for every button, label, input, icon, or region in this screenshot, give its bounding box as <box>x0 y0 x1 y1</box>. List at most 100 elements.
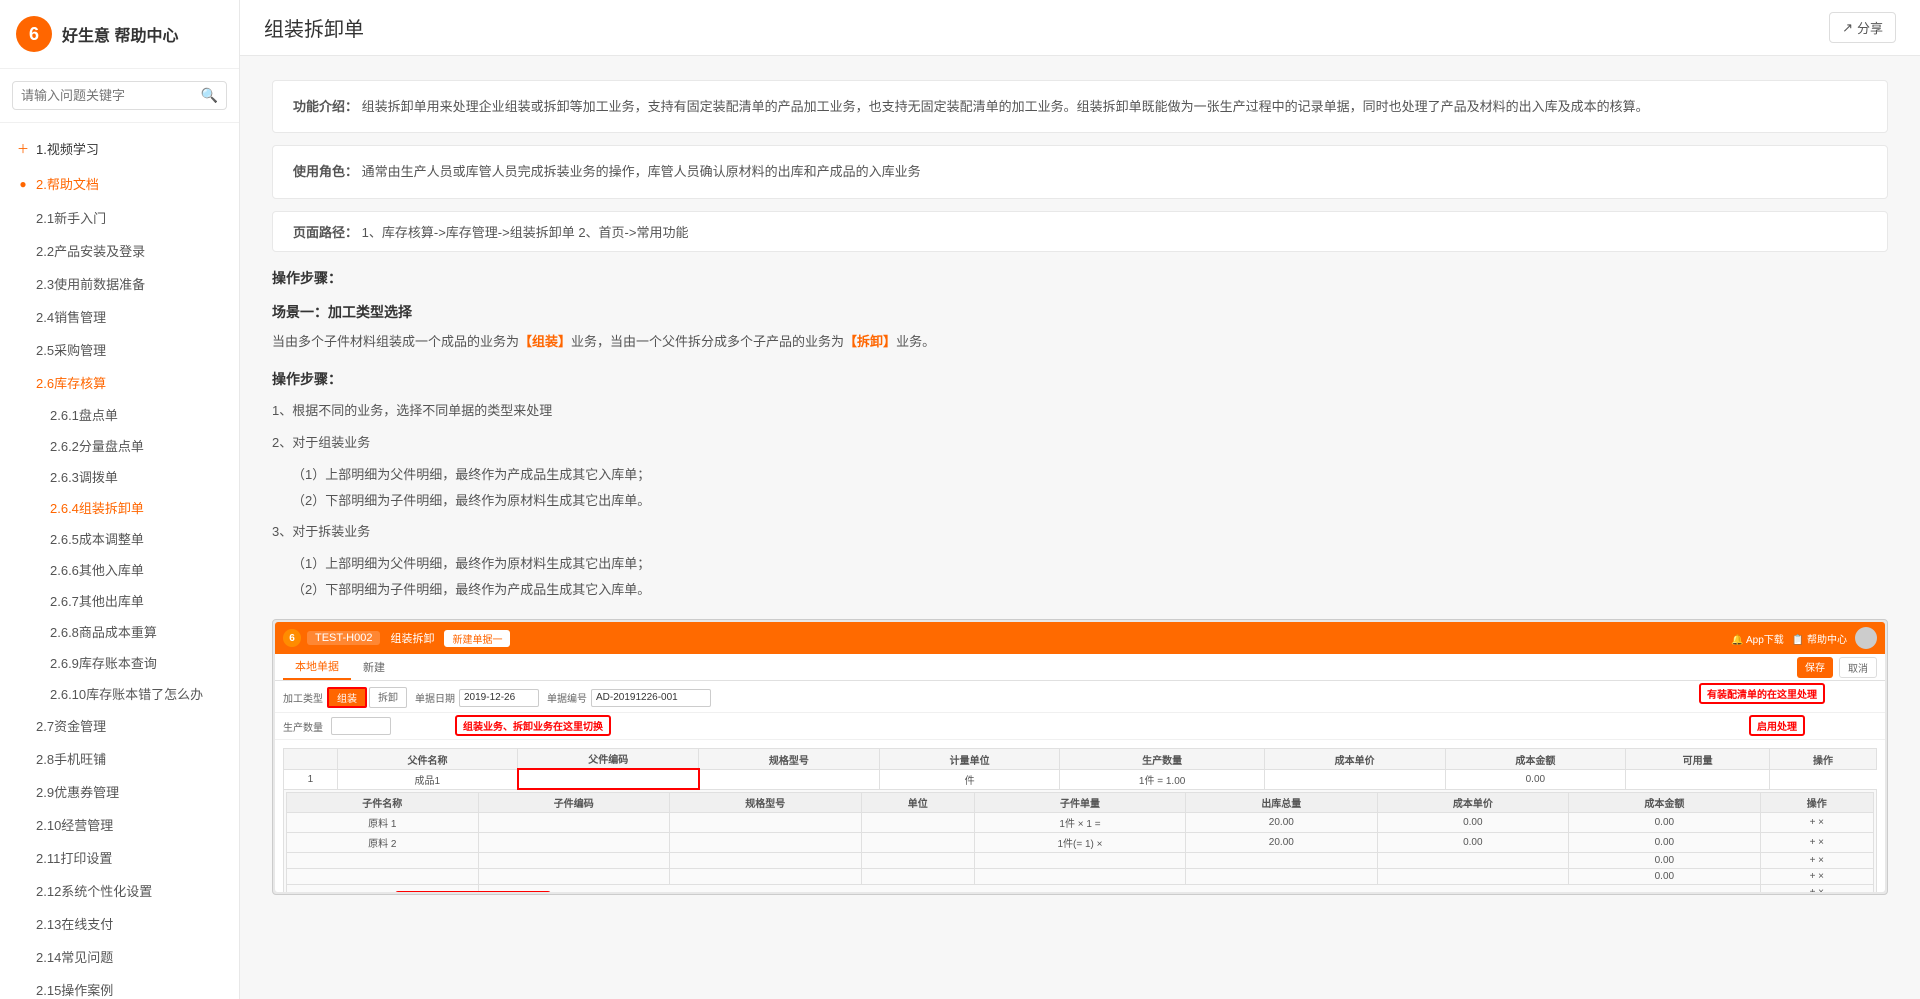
scene1-desc: 当由多个子件材料组装成一个成品的业务为【组装】业务，当由一个父件拆分成多个子产品… <box>272 330 1888 353</box>
role-block: 使用角色： 通常由生产人员或库管人员完成拆装业务的操作，库管人员确认原材料的出库… <box>272 145 1888 198</box>
main: 组装拆卸单 ↗ 分享 功能介绍： 组装拆卸单用来处理企业组装或拆卸等加工业务，支… <box>240 0 1920 999</box>
col-spec: 规格型号 <box>699 749 880 770</box>
sidebar-item-stock-book[interactable]: 2.6.9库存账本查询 <box>0 647 239 678</box>
sidebar-item-cost-recalc[interactable]: 2.6.8商品成本重算 <box>0 616 239 647</box>
sub-table-row-1: 原料 1 1件 × 1 = 20.00 0.00 <box>287 813 1874 833</box>
annotation-3: 启用处理 <box>1749 715 1805 736</box>
search-icon[interactable]: 🔍 <box>201 87 218 104</box>
annotation-1: 有装配清单的在这里处理 <box>1699 683 1825 704</box>
function-intro-label: 功能介绍： <box>293 99 362 114</box>
mock-app-id: TEST-H002 <box>307 631 380 645</box>
sidebar-item-video-label: 1.视频学习 <box>36 139 99 158</box>
share-icon: ↗ <box>1842 20 1853 36</box>
sidebar-item-mobile[interactable]: 2.8手机旺铺 <box>0 742 239 775</box>
sidebar-item-assembly[interactable]: 2.6.4组装拆卸单 <box>0 492 239 523</box>
sidebar-item-sales[interactable]: 2.4销售管理 <box>0 300 239 333</box>
sidebar-item-newbie[interactable]: 2.1新手入门 <box>0 201 239 234</box>
mock-qty-label: 生产数量 <box>283 719 323 734</box>
nav-tree: ＋ 1.视频学习 ● 2.帮助文档 2.1新手入门 2.2产品安装及登录 2.3… <box>0 123 239 999</box>
screenshot-inner: 6 TEST-H002 组装拆卸 新建单据一 🔔 App下载 📋 帮助中心 <box>275 622 1885 892</box>
sidebar-item-personalize[interactable]: 2.12系统个性化设置 <box>0 874 239 907</box>
sidebar-item-payment[interactable]: 2.13在线支付 <box>0 907 239 940</box>
mock-date-value: 2019-12-26 <box>459 689 539 707</box>
sidebar-item-transfer[interactable]: 2.6.3调拨单 <box>0 461 239 492</box>
sub-table-row-4: 0.00 + × <box>287 869 1874 885</box>
role-text: 通常由生产人员或库管人员完成拆装业务的操作，库管人员确认原材料的出库和产成品的入… <box>362 164 921 179</box>
sidebar-item-install[interactable]: 2.2产品安装及登录 <box>0 234 239 267</box>
sidebar-item-stock-error[interactable]: 2.6.10库存账本错了怎么办 <box>0 678 239 709</box>
col-available: 可用量 <box>1626 749 1770 770</box>
col-cost-amount: 成本金额 <box>1445 749 1626 770</box>
share-button[interactable]: ↗ 分享 <box>1829 12 1896 43</box>
sidebar-item-other-out[interactable]: 2.6.7其他出库单 <box>0 585 239 616</box>
breadcrumb-text: 1、库存核算->库存管理->组装拆卸单 2、首页->常用功能 <box>362 225 689 240</box>
mock-cancel-btn[interactable]: 取消 <box>1839 657 1877 678</box>
sidebar-item-faq[interactable]: 2.14常见问题 <box>0 940 239 973</box>
step3: 3、对于拆装业务 <box>272 520 1888 543</box>
sidebar-item-purchase[interactable]: 2.5采购管理 <box>0 333 239 366</box>
mock-btn-new[interactable]: 新建单据一 <box>444 630 510 647</box>
content-area: 功能介绍： 组装拆卸单用来处理企业组装或拆卸等加工业务，支持有固定装配清单的产品… <box>240 56 1920 999</box>
role-label: 使用角色： <box>293 164 362 179</box>
mock-tab-local[interactable]: 本地单据 <box>283 654 351 680</box>
annotation-2: 组装业务、拆卸业务在这里切换 <box>455 715 611 736</box>
sidebar-item-cost-adjust[interactable]: 2.6.5成本调整单 <box>0 523 239 554</box>
sidebar-item-operations[interactable]: 2.10经营管理 <box>0 808 239 841</box>
mock-logo: 6 <box>283 629 301 647</box>
sidebar-item-print[interactable]: 2.11打印设置 <box>0 841 239 874</box>
step3-1: （1）上部明细为父件明细，最终作为原材料生成其它出库单； <box>292 551 1888 577</box>
plus-icon: ＋ <box>16 142 30 156</box>
step2-1: （1）上部明细为父件明细，最终作为产成品生成其它入库单； <box>292 462 1888 488</box>
share-label: 分享 <box>1857 18 1883 37</box>
sidebar-item-partial-stocktake[interactable]: 2.6.2分量盘点单 <box>0 430 239 461</box>
ops-steps-header: 操作步骤： <box>272 369 1888 389</box>
mock-qty-input[interactable] <box>331 717 391 735</box>
mock-data-table: 父件名称 父件编码 规格型号 计量单位 生产数量 成本单价 成本金额 可用量 操… <box>283 748 1877 892</box>
table-row-2: 子件名称 子件编码 规格型号 单位 子件单量 出库总量 成本单价 <box>284 789 1877 892</box>
sidebar-item-other-in[interactable]: 2.6.6其他入库单 <box>0 554 239 585</box>
sidebar-item-inventory[interactable]: 2.6库存核算 <box>0 366 239 399</box>
sidebar-item-finance[interactable]: 2.7资金管理 <box>0 709 239 742</box>
mock-save-btn[interactable]: 保存 <box>1797 657 1833 678</box>
sidebar-item-data-prep[interactable]: 2.3使用前数据准备 <box>0 267 239 300</box>
col-unit: 计量单位 <box>879 749 1060 770</box>
search-input[interactable] <box>21 88 201 103</box>
sidebar-item-stocktake[interactable]: 2.6.1盘点单 <box>0 399 239 430</box>
sidebar-item-cases[interactable]: 2.15操作案例 <box>0 973 239 999</box>
mock-docno-value: AD-20191226-001 <box>591 689 711 707</box>
mock-table-area: 父件名称 父件编码 规格型号 计量单位 生产数量 成本单价 成本金额 可用量 操… <box>275 740 1885 892</box>
nav-section-1: ＋ 1.视频学习 <box>0 131 239 166</box>
steps-header: 操作步骤： <box>272 268 1888 288</box>
search-area: 🔍 <box>0 69 239 123</box>
step3-2: （2）下部明细为子件明细，最终作为产成品生成其它入库单。 <box>292 577 1888 603</box>
mock-type-assemble[interactable]: 组装 <box>327 687 367 708</box>
minus-icon: ● <box>16 177 30 191</box>
scene1-title: 场景一：加工类型选择 <box>272 302 1888 322</box>
mock-form-docno: 单据编号 AD-20191226-001 <box>547 689 711 707</box>
col-cost-price: 成本单价 <box>1264 749 1445 770</box>
mock-form-area: 加工类型 组装 拆卸 单据日期 2019-12-26 单据编号 <box>275 681 1885 713</box>
step2: 2、对于组装业务 <box>272 431 1888 454</box>
mock-type-disassemble[interactable]: 拆卸 <box>369 687 407 708</box>
logo-area: 6 好生意 帮助中心 <box>0 0 239 69</box>
mock-type-btns: 组装 拆卸 <box>327 687 407 708</box>
app-logo-icon: 6 <box>16 16 52 52</box>
mock-app: 6 TEST-H002 组装拆卸 新建单据一 🔔 App下载 📋 帮助中心 <box>275 622 1885 892</box>
nav-section-2: ● 2.帮助文档 2.1新手入门 2.2产品安装及登录 2.3使用前数据准备 2… <box>0 166 239 999</box>
nav-children-2: 2.1新手入门 2.2产品安装及登录 2.3使用前数据准备 2.4销售管理 2.… <box>0 201 239 999</box>
sidebar-item-coupon[interactable]: 2.9优惠券管理 <box>0 775 239 808</box>
sidebar-item-docs[interactable]: ● 2.帮助文档 <box>0 166 239 201</box>
col-parent-name: 父件名称 <box>337 749 518 770</box>
mock-tab-new[interactable]: 新建 <box>351 655 397 679</box>
search-box[interactable]: 🔍 <box>12 81 227 110</box>
function-intro-text: 组装拆卸单用来处理企业组装或拆卸等加工业务，支持有固定装配清单的产品加工业务，也… <box>362 99 1649 114</box>
step2-2: （2）下部明细为子件明细，最终作为原材料生成其它出库单。 <box>292 488 1888 514</box>
mock-sub-form: 生产数量 组装业务、拆卸业务在这里切换 启用处理 <box>275 713 1885 740</box>
col-parent-code: 父件编码 <box>518 749 699 770</box>
breadcrumb-label: 页面路径： <box>293 225 362 240</box>
screenshot-container: 6 TEST-H002 组装拆卸 新建单据一 🔔 App下载 📋 帮助中心 <box>272 619 1888 895</box>
sidebar-item-video[interactable]: ＋ 1.视频学习 <box>0 131 239 166</box>
app-logo-title: 好生意 帮助中心 <box>62 22 178 46</box>
mock-docno-label: 单据编号 <box>547 690 587 705</box>
mock-tabs-row: 本地单据 新建 保存 取消 <box>275 654 1885 681</box>
